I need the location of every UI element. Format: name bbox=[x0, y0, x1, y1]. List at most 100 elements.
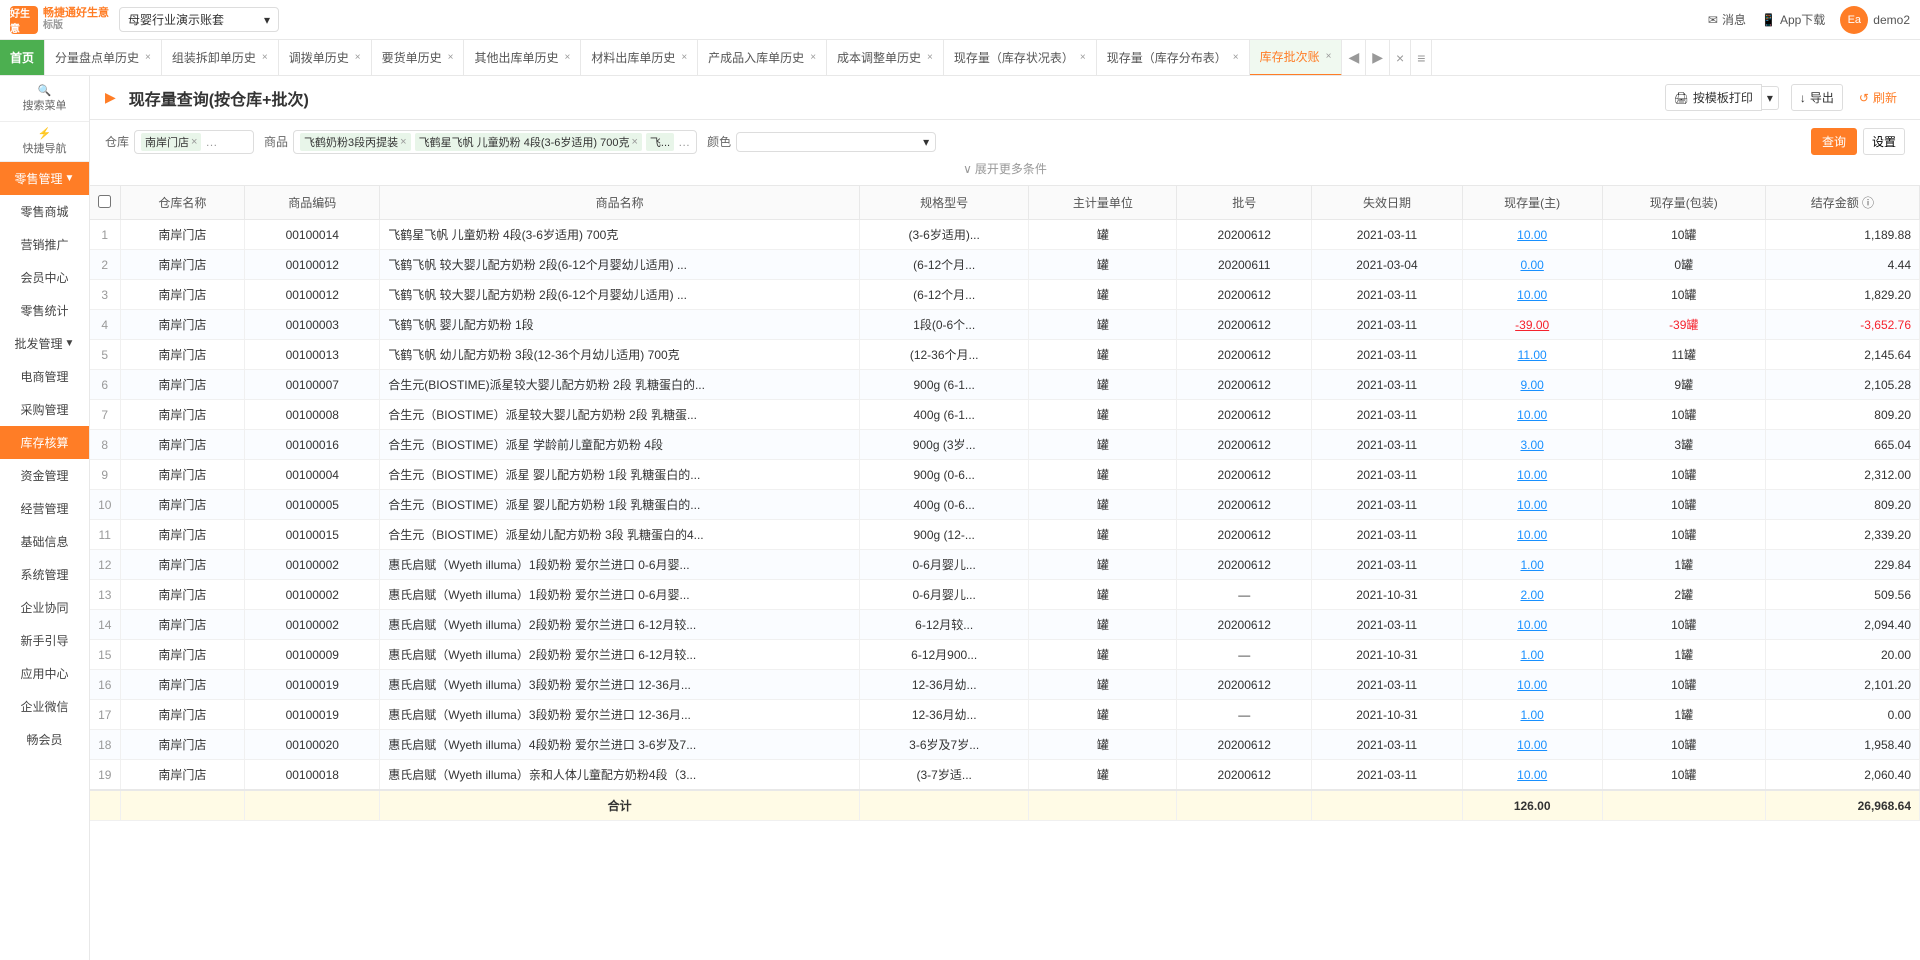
tab-xian-cun-fen-close[interactable]: × bbox=[1233, 52, 1239, 63]
sidebar-search[interactable]: 🔍 搜索菜单 bbox=[0, 76, 89, 122]
col-unit: 主计量单位 bbox=[1029, 186, 1177, 220]
sidebar-item-marketing[interactable]: 营销推广 bbox=[0, 228, 89, 261]
sidebar-item-retail-mgmt[interactable]: 零售管理 ▼ bbox=[0, 162, 89, 195]
tab-yao-huo[interactable]: 要货单历史 × bbox=[372, 40, 465, 76]
sidebar-item-retail-mall[interactable]: 零售商城 bbox=[0, 195, 89, 228]
tab-fen-pan-close[interactable]: × bbox=[145, 52, 151, 63]
sidebar-item-basic-info[interactable]: 基础信息 bbox=[0, 525, 89, 558]
tab-cheng-ben-close[interactable]: × bbox=[927, 52, 933, 63]
tab-cai-liao[interactable]: 材料出库单历史 × bbox=[581, 40, 698, 76]
cell-qty-pkg: 11罐 bbox=[1602, 340, 1765, 370]
tab-close-all-btn[interactable]: × bbox=[1390, 40, 1411, 76]
sidebar-item-member[interactable]: 会员中心 bbox=[0, 261, 89, 294]
tab-zu-chai[interactable]: 组装拆卸单历史 × bbox=[162, 40, 279, 76]
sidebar-item-finance[interactable]: 资金管理 bbox=[0, 459, 89, 492]
sidebar-item-ecommerce[interactable]: 电商管理 bbox=[0, 360, 89, 393]
tab-cheng-ben[interactable]: 成本调整单历史 × bbox=[827, 40, 944, 76]
store-selector[interactable]: 母婴行业演示账套 ▾ bbox=[119, 7, 279, 32]
product-tag-group[interactable]: 飞鹤奶粉3段丙提装 × 飞鹤星飞帆 儿童奶粉 4段(3-6岁适用) 700克 ×… bbox=[293, 130, 697, 154]
cell-qty-main[interactable]: 10.00 bbox=[1462, 220, 1602, 250]
export-btn[interactable]: ↓ 导出 bbox=[1791, 84, 1843, 111]
cell-qty-main[interactable]: 10.00 bbox=[1462, 460, 1602, 490]
tab-chan-pin[interactable]: 产成品入库单历史 × bbox=[698, 40, 827, 76]
cell-qty-main[interactable]: 2.00 bbox=[1462, 580, 1602, 610]
cell-qty-main[interactable]: 10.00 bbox=[1462, 400, 1602, 430]
tab-diao-bo[interactable]: 调拨单历史 × bbox=[279, 40, 372, 76]
cell-qty-main[interactable]: 10.00 bbox=[1462, 670, 1602, 700]
print-arrow-btn[interactable]: ▾ bbox=[1762, 86, 1779, 110]
warehouse-tag-close[interactable]: × bbox=[191, 136, 197, 148]
print-btn[interactable]: 🖨 按模板打印 bbox=[1665, 84, 1762, 111]
tab-chan-pin-close[interactable]: × bbox=[810, 52, 816, 63]
tab-next-btn[interactable]: ▶ bbox=[1366, 40, 1390, 76]
cell-qty-main[interactable]: 10.00 bbox=[1462, 610, 1602, 640]
cell-amount: 1,189.88 bbox=[1765, 220, 1919, 250]
select-all-checkbox[interactable] bbox=[98, 195, 111, 208]
cell-qty-pkg: 10罐 bbox=[1602, 520, 1765, 550]
sidebar-item-member2[interactable]: 畅会员 bbox=[0, 723, 89, 756]
cell-qty-main[interactable]: 10.00 bbox=[1462, 730, 1602, 760]
tab-yao-huo-close[interactable]: × bbox=[448, 52, 454, 63]
sidebar-item-guide[interactable]: 新手引导 bbox=[0, 624, 89, 657]
settings-btn[interactable]: 设置 bbox=[1863, 128, 1905, 155]
tab-ku-cun-pi[interactable]: 库存批次账 × bbox=[1250, 40, 1343, 76]
tab-fen-pan[interactable]: 分量盘点单历史 × bbox=[45, 40, 162, 76]
cell-qty-main[interactable]: 0.00 bbox=[1462, 250, 1602, 280]
cell-qty-main[interactable]: 1.00 bbox=[1462, 700, 1602, 730]
product-more[interactable]: … bbox=[678, 135, 690, 149]
user-area[interactable]: Ea demo2 bbox=[1840, 6, 1910, 34]
sidebar-quick-nav[interactable]: ⚡ 快捷导航 bbox=[0, 122, 89, 162]
warehouse-tag-group[interactable]: 南岸门店 × … bbox=[134, 130, 254, 154]
sidebar-item-wechat[interactable]: 企业微信 bbox=[0, 690, 89, 723]
expand-arrow-btn[interactable]: ▶ bbox=[105, 89, 116, 106]
tab-qi-ta[interactable]: 其他出库单历史 × bbox=[464, 40, 581, 76]
cell-warehouse: 南岸门店 bbox=[120, 730, 245, 760]
expand-more-btn[interactable]: ∨ 展开更多条件 bbox=[105, 160, 1905, 177]
tab-qi-ta-close[interactable]: × bbox=[564, 52, 570, 63]
sidebar-item-wholesale[interactable]: 批发管理 ▼ bbox=[0, 327, 89, 360]
tab-diao-bo-close[interactable]: × bbox=[355, 52, 361, 63]
cell-spec: 900g (12-... bbox=[859, 520, 1029, 550]
tab-xian-cun-zhuang[interactable]: 现存量（库存状况表） × bbox=[944, 40, 1097, 76]
cell-qty-main[interactable]: 1.00 bbox=[1462, 550, 1602, 580]
footer-amount: 26,968.64 bbox=[1765, 790, 1919, 821]
cell-qty-main[interactable]: 10.00 bbox=[1462, 490, 1602, 520]
tab-menu-btn[interactable]: ≡ bbox=[1411, 40, 1432, 76]
cell-spec: 900g (0-6... bbox=[859, 460, 1029, 490]
tab-xian-cun-fen[interactable]: 现存量（库存分布表） × bbox=[1097, 40, 1250, 76]
guide-label: 新手引导 bbox=[20, 634, 68, 648]
refresh-btn[interactable]: ↺ 刷新 bbox=[1851, 85, 1905, 110]
logo-title: 畅捷通好生意 bbox=[43, 7, 109, 20]
sidebar-item-inventory[interactable]: 库存核算 bbox=[0, 426, 89, 459]
query-btn[interactable]: 查询 bbox=[1811, 128, 1857, 155]
cell-qty-main[interactable]: 11.00 bbox=[1462, 340, 1602, 370]
sidebar-item-retail-stats[interactable]: 零售统计 bbox=[0, 294, 89, 327]
tab-ku-cun-pi-close[interactable]: × bbox=[1326, 51, 1332, 62]
sidebar-item-purchase[interactable]: 采购管理 bbox=[0, 393, 89, 426]
cell-qty-main[interactable]: 10.00 bbox=[1462, 760, 1602, 791]
sidebar-item-operations[interactable]: 经营管理 bbox=[0, 492, 89, 525]
cell-qty-main[interactable]: 3.00 bbox=[1462, 430, 1602, 460]
product-tag-1-close[interactable]: × bbox=[400, 136, 406, 148]
tab-xian-cun-zhuang-close[interactable]: × bbox=[1080, 52, 1086, 63]
sidebar-item-app-center[interactable]: 应用中心 bbox=[0, 657, 89, 690]
product-tag-2-close[interactable]: × bbox=[631, 136, 637, 148]
message-btn[interactable]: ✉ 消息 bbox=[1708, 11, 1746, 28]
tab-home[interactable]: 首页 bbox=[0, 40, 45, 76]
sidebar-item-system[interactable]: 系统管理 bbox=[0, 558, 89, 591]
cell-amount: -3,652.76 bbox=[1765, 310, 1919, 340]
cell-spec: 900g (3岁... bbox=[859, 430, 1029, 460]
cell-qty-main[interactable]: 10.00 bbox=[1462, 280, 1602, 310]
cell-qty-main[interactable]: 9.00 bbox=[1462, 370, 1602, 400]
cell-qty-main[interactable]: 1.00 bbox=[1462, 640, 1602, 670]
cell-qty-main[interactable]: -39.00 bbox=[1462, 310, 1602, 340]
app-download-btn[interactable]: 📱 App下载 bbox=[1761, 11, 1825, 28]
tab-cai-liao-close[interactable]: × bbox=[681, 52, 687, 63]
warehouse-more[interactable]: … bbox=[205, 135, 217, 149]
cell-qty-main[interactable]: 10.00 bbox=[1462, 520, 1602, 550]
cell-qty-pkg: 0罐 bbox=[1602, 250, 1765, 280]
tab-prev-btn[interactable]: ◀ bbox=[1342, 40, 1366, 76]
color-tag-group[interactable]: ▾ bbox=[736, 132, 936, 152]
tab-zu-chai-close[interactable]: × bbox=[262, 52, 268, 63]
sidebar-item-enterprise[interactable]: 企业协同 bbox=[0, 591, 89, 624]
